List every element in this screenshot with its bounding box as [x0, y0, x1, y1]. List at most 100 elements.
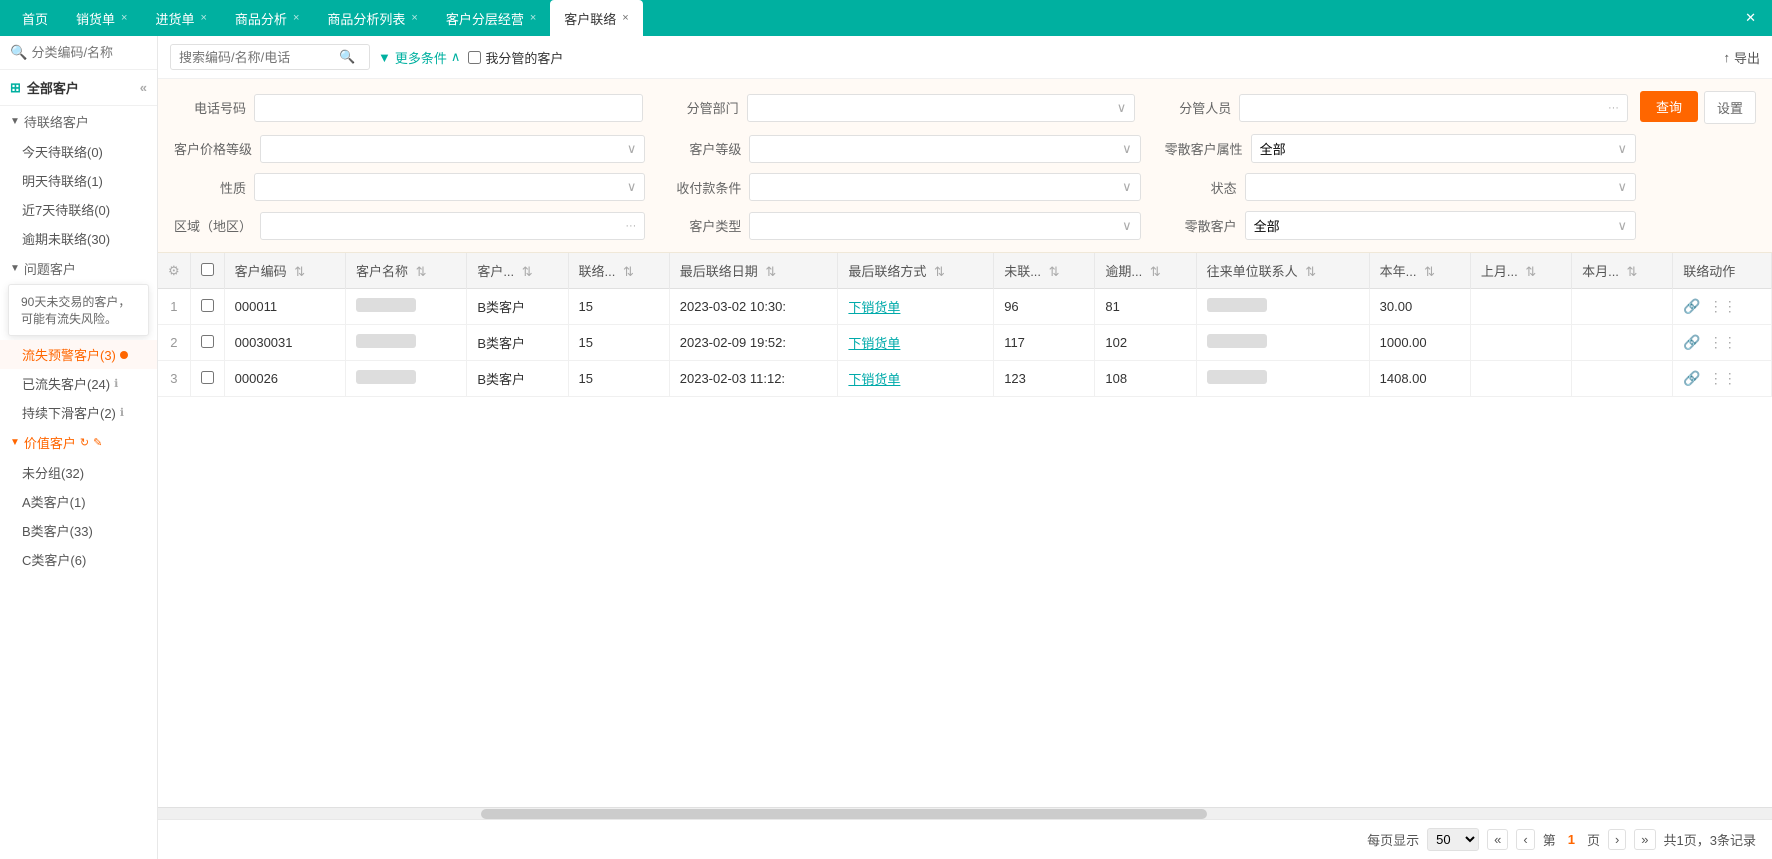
tab-customer-layer-close[interactable]: ×	[530, 12, 536, 24]
select-all-checkbox[interactable]	[201, 263, 214, 276]
scroll-track	[158, 808, 1772, 820]
tab-analysis-list[interactable]: 商品分析列表 ×	[313, 0, 431, 36]
zero-customer-select[interactable]: 全部 ∨	[1245, 211, 1636, 240]
sidebar-group-pending[interactable]: ▼ 待联络客户	[0, 106, 157, 137]
th-last-method[interactable]: 最后联络方式 ⇅	[838, 253, 994, 289]
tab-sales[interactable]: 销货单 ×	[62, 0, 141, 36]
my-customers-checkbox[interactable]	[468, 51, 481, 64]
sidebar-item-b-class[interactable]: B类客户(33)	[0, 516, 157, 545]
row-checkbox-1[interactable]	[190, 325, 224, 361]
search-box[interactable]: 🔍	[170, 44, 370, 70]
status-select[interactable]: ∨	[1245, 173, 1636, 201]
action-more-icon-0[interactable]: ⋮⋮	[1709, 298, 1737, 315]
sidebar-item-a-class[interactable]: A类客户(1)	[0, 487, 157, 516]
prev-page-button[interactable]: ‹	[1516, 829, 1534, 850]
sidebar-item-declining[interactable]: 持续下滑客户(2) ℹ	[0, 398, 157, 427]
next-page-button[interactable]: ›	[1608, 829, 1626, 850]
sidebar-group-problem[interactable]: ▼ 问题客户	[0, 253, 157, 284]
zero-customer-label: 零散客户	[1165, 216, 1245, 235]
row-last-method-0[interactable]: 下销货单	[838, 289, 994, 325]
value-edit-icon[interactable]: ✎	[93, 436, 102, 449]
tab-customer-contact[interactable]: 客户联络 ×	[550, 0, 642, 36]
last-page-button[interactable]: »	[1634, 829, 1655, 850]
customer-level-select[interactable]: ∨	[749, 135, 1140, 163]
my-customers-checkbox-group[interactable]: 我分管的客户	[468, 48, 563, 67]
th-unit-contact[interactable]: 往来单位联系人 ⇅	[1196, 253, 1369, 289]
th-action[interactable]: 联络动作	[1673, 253, 1772, 289]
sidebar-search-input[interactable]	[31, 45, 147, 60]
th-this-year[interactable]: 本年... ⇅	[1369, 253, 1470, 289]
th-code[interactable]: 客户编码 ⇅	[224, 253, 345, 289]
th-last-date[interactable]: 最后联络日期 ⇅	[669, 253, 838, 289]
sidebar-item-churn-warning[interactable]: 流失预警客户(3)	[0, 340, 157, 369]
sidebar-search-box[interactable]: 🔍	[0, 36, 157, 70]
tab-purchase[interactable]: 进货单 ×	[141, 0, 220, 36]
sidebar-item-ungroup[interactable]: 未分组(32)	[0, 458, 157, 487]
gear-icon[interactable]: ⚙	[168, 263, 180, 278]
sidebar-item-7days[interactable]: 近7天待联络(0)	[0, 195, 157, 224]
gender-select[interactable]: ∨	[254, 173, 645, 201]
th-gear[interactable]: ⚙	[158, 253, 190, 289]
th-contact[interactable]: 联络... ⇅	[568, 253, 669, 289]
row-action-0[interactable]: 🔗 ⋮⋮	[1673, 289, 1772, 325]
sidebar-item-tomorrow[interactable]: 明天待联络(1)	[0, 166, 157, 195]
payment-select[interactable]: ∨	[749, 173, 1140, 201]
tab-analysis-list-close[interactable]: ×	[411, 12, 417, 24]
th-this-month[interactable]: 本月... ⇅	[1572, 253, 1673, 289]
window-close-button[interactable]: ✕	[1737, 10, 1764, 26]
action-link-icon-0[interactable]: 🔗	[1683, 298, 1700, 315]
th-last-month[interactable]: 上月... ⇅	[1470, 253, 1571, 289]
row-action-1[interactable]: 🔗 ⋮⋮	[1673, 325, 1772, 361]
dept-select[interactable]: ∨	[747, 94, 1136, 122]
row-checkbox-0[interactable]	[190, 289, 224, 325]
th-checkbox[interactable]	[190, 253, 224, 289]
query-button[interactable]: 查询	[1640, 91, 1698, 122]
zero-customer-value: 全部	[1254, 216, 1280, 235]
sidebar-group-value[interactable]: ▼ 价值客户 ↻ ✎	[0, 427, 157, 458]
row-last-month-0	[1470, 289, 1571, 325]
dept-field: 分管部门 ∨	[667, 94, 1136, 122]
per-page-select[interactable]: 50 100	[1427, 828, 1479, 851]
zero-attr-select[interactable]: 全部 ∨	[1251, 134, 1636, 163]
price-level-select[interactable]: ∨	[260, 135, 645, 163]
tab-analysis[interactable]: 商品分析 ×	[221, 0, 313, 36]
sidebar-item-c-class[interactable]: C类客户(6)	[0, 545, 157, 574]
tab-customer-contact-close[interactable]: ×	[622, 12, 628, 24]
phone-input[interactable]	[254, 94, 643, 122]
search-icon[interactable]: 🔍	[339, 49, 355, 65]
all-customers-header[interactable]: ⊞ 全部客户 «	[0, 70, 157, 106]
settings-button[interactable]: 设置	[1704, 91, 1756, 124]
th-overdue[interactable]: 逾期... ⇅	[1095, 253, 1196, 289]
th-type[interactable]: 客户... ⇅	[467, 253, 568, 289]
row-unit-contact-1	[1196, 325, 1369, 361]
tab-analysis-close[interactable]: ×	[293, 12, 299, 24]
action-link-icon-1[interactable]: 🔗	[1683, 334, 1700, 351]
more-conditions-btn[interactable]: ▼ 更多条件 ∧	[378, 48, 460, 67]
value-refresh-icon[interactable]: ↻	[80, 436, 89, 449]
person-select[interactable]: ···	[1239, 94, 1628, 122]
horizontal-scrollbar[interactable]	[158, 807, 1772, 819]
export-button[interactable]: ↑ 导出	[1723, 48, 1760, 67]
customer-type-select[interactable]: ∨	[749, 212, 1140, 240]
sidebar-item-lost[interactable]: 已流失客户(24) ℹ	[0, 369, 157, 398]
row-action-2[interactable]: 🔗 ⋮⋮	[1673, 361, 1772, 397]
row-last-method-2[interactable]: 下销货单	[838, 361, 994, 397]
sidebar-item-today[interactable]: 今天待联络(0)	[0, 137, 157, 166]
action-link-icon-2[interactable]: 🔗	[1683, 370, 1700, 387]
first-page-button[interactable]: «	[1487, 829, 1508, 850]
tab-sales-close[interactable]: ×	[121, 12, 127, 24]
action-more-icon-1[interactable]: ⋮⋮	[1709, 334, 1737, 351]
action-more-icon-2[interactable]: ⋮⋮	[1709, 370, 1737, 387]
main-search-input[interactable]	[179, 50, 339, 65]
tab-purchase-close[interactable]: ×	[200, 12, 206, 24]
row-checkbox-2[interactable]	[190, 361, 224, 397]
scroll-thumb[interactable]	[481, 809, 1207, 819]
tab-home[interactable]: 首页	[8, 0, 62, 36]
region-select[interactable]: ···	[260, 212, 645, 240]
sidebar-item-overdue-contact[interactable]: 逾期未联络(30)	[0, 224, 157, 253]
zero-customer-arrow: ∨	[1617, 218, 1627, 234]
tab-customer-layer[interactable]: 客户分层经营 ×	[432, 0, 550, 36]
th-unlocked[interactable]: 未联... ⇅	[994, 253, 1095, 289]
th-name[interactable]: 客户名称 ⇅	[345, 253, 466, 289]
row-last-method-1[interactable]: 下销货单	[838, 325, 994, 361]
